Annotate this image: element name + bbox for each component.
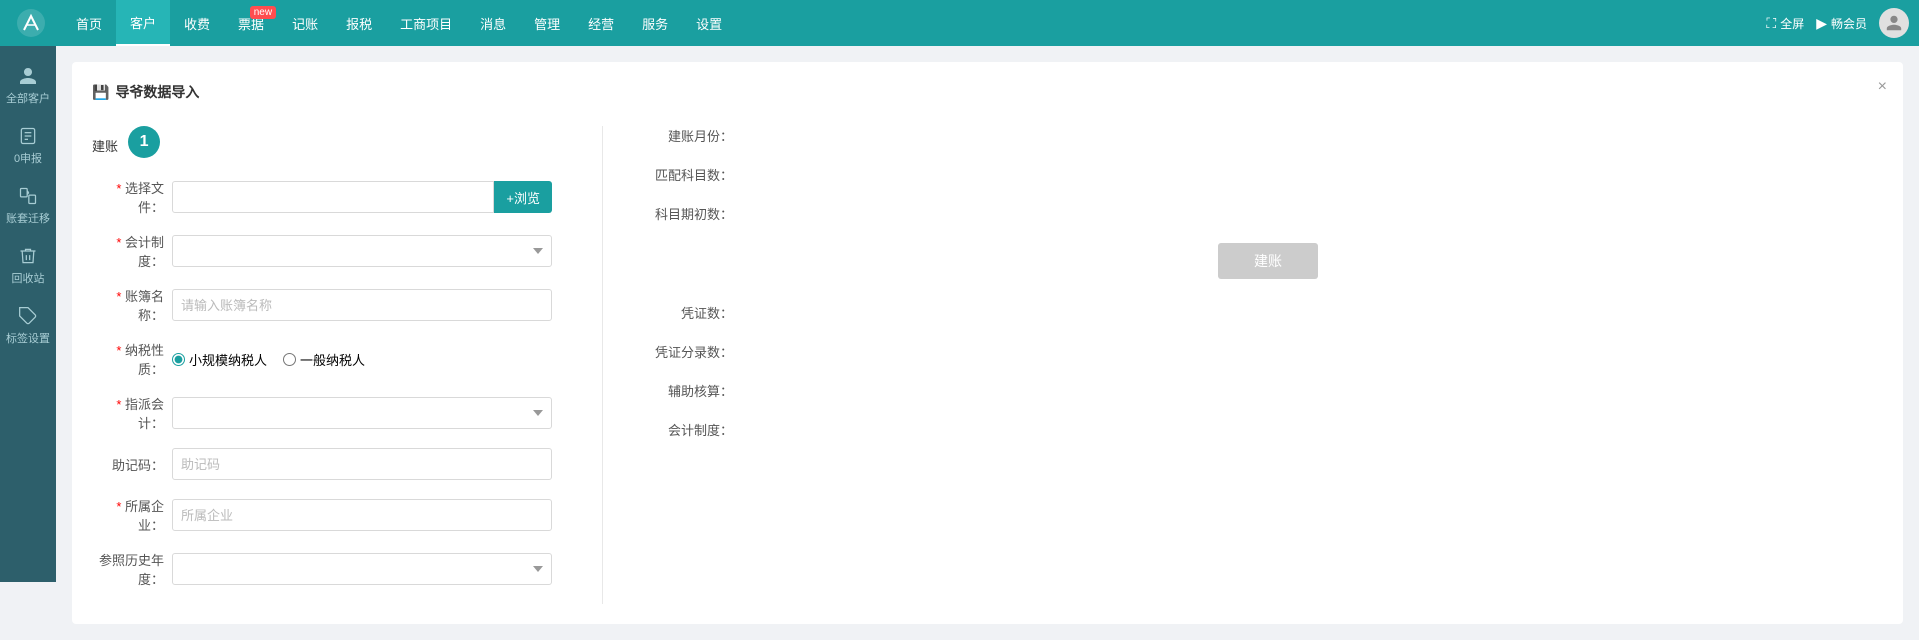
file-label: 选择文件： xyxy=(92,178,164,216)
avatar[interactable] xyxy=(1879,8,1909,38)
nav-home[interactable]: 首页 xyxy=(62,0,116,46)
member-icon: ▶ xyxy=(1816,15,1827,32)
build-btn[interactable]: 建账 xyxy=(1218,243,1318,279)
accountant-label: 指派会计： xyxy=(92,394,164,432)
form-area: 建账 1 选择文件： +浏览 会计制度： xyxy=(92,126,1883,604)
company-input[interactable] xyxy=(172,499,552,531)
new-badge: new xyxy=(250,6,276,19)
nav-bookkeeping[interactable]: 记账 xyxy=(278,0,332,46)
file-input[interactable] xyxy=(172,181,494,213)
step-label: 建账 xyxy=(92,130,118,155)
accounting-system-select[interactable] xyxy=(172,235,552,267)
ledger-name-row: 账簿名称： xyxy=(92,286,552,324)
nav-invoices[interactable]: 票据 new xyxy=(224,0,278,46)
memo-row: 助记码： xyxy=(92,448,552,480)
sidebar-item-trash[interactable]: 回收站 xyxy=(0,236,56,296)
initial-balance-label: 科目期初数： xyxy=(653,204,733,223)
tax-option-small[interactable]: 小规模纳税人 xyxy=(172,350,267,369)
form-left: 建账 1 选择文件： +浏览 会计制度： xyxy=(92,126,552,604)
nav-business[interactable]: 工商项目 xyxy=(386,0,466,46)
accountant-select[interactable] xyxy=(172,397,552,429)
voucher-row: 凭证数： xyxy=(653,303,1883,322)
nav-operations[interactable]: 经营 xyxy=(574,0,628,46)
topnav-right: ⛶ 全屏 ▶ 畅会员 xyxy=(1766,8,1909,38)
history-year-select[interactable] xyxy=(172,553,552,585)
step-circle: 1 xyxy=(128,126,160,158)
match-subjects-label: 匹配科目数： xyxy=(653,165,733,184)
import-card: 💾 导爷数据导入 × 建账 1 选择文件： xyxy=(72,62,1903,624)
sidebar: 全部客户 0申报 账套迁移 回收站 标签设置 xyxy=(0,46,56,582)
accounting-system-label: 会计制度： xyxy=(92,232,164,270)
accounting-system-info-label: 会计制度： xyxy=(653,420,733,439)
sidebar-tags-label: 标签设置 xyxy=(6,330,50,346)
voucher-entries-row: 凭证分录数： xyxy=(653,342,1883,361)
ledger-name-label: 账簿名称： xyxy=(92,286,164,324)
main-content: 💾 导爷数据导入 × 建账 1 选择文件： xyxy=(56,46,1919,640)
import-icon: 💾 xyxy=(92,84,109,101)
memo-label: 助记码： xyxy=(92,455,164,474)
nav-fees[interactable]: 收费 xyxy=(170,0,224,46)
tax-type-label: 纳税性质： xyxy=(92,340,164,378)
voucher-entries-label: 凭证分录数： xyxy=(653,342,733,361)
file-input-group: +浏览 xyxy=(172,181,552,213)
sidebar-item-declaration[interactable]: 0申报 xyxy=(0,116,56,176)
ledger-name-input[interactable] xyxy=(172,289,552,321)
sidebar-item-all-customers[interactable]: 全部客户 xyxy=(0,56,56,116)
initial-balance-row: 科目期初数： xyxy=(653,204,1883,223)
sidebar-migrate-label: 账套迁移 xyxy=(6,210,50,226)
form-right: 建账月份： 匹配科目数： 科目期初数： 建账 凭证数： xyxy=(653,126,1883,604)
fullscreen-icon: ⛶ xyxy=(1766,15,1776,32)
match-subjects-row: 匹配科目数： xyxy=(653,165,1883,184)
nav-messages[interactable]: 消息 xyxy=(466,0,520,46)
nav-admin[interactable]: 管理 xyxy=(520,0,574,46)
nav-items: 首页 客户 收费 票据 new 记账 报税 工商项目 消息 管理 经营 服务 设… xyxy=(62,0,1766,46)
fullscreen-btn[interactable]: ⛶ 全屏 xyxy=(1766,15,1804,32)
member-btn[interactable]: ▶ 畅会员 xyxy=(1816,15,1867,32)
sidebar-item-migrate[interactable]: 账套迁移 xyxy=(0,176,56,236)
sidebar-item-tags[interactable]: 标签设置 xyxy=(0,296,56,356)
browse-button[interactable]: +浏览 xyxy=(494,181,552,213)
accounting-system-row: 会计制度： xyxy=(92,232,552,270)
aux-accounting-label: 辅助核算： xyxy=(653,381,733,400)
month-label: 建账月份： xyxy=(653,126,733,145)
aux-accounting-row: 辅助核算： xyxy=(653,381,1883,400)
tax-type-radio-group: 小规模纳税人 一般纳税人 xyxy=(172,350,552,369)
step-indicator: 建账 1 xyxy=(92,126,552,158)
vertical-divider xyxy=(602,126,603,604)
sidebar-trash-label: 回收站 xyxy=(12,270,45,286)
voucher-label: 凭证数： xyxy=(653,303,733,322)
sidebar-all-customers-label: 全部客户 xyxy=(6,90,50,106)
accountant-row: 指派会计： xyxy=(92,394,552,432)
tax-type-row: 纳税性质： 小规模纳税人 一般纳税人 xyxy=(92,340,552,378)
history-year-label: 参照历史年度： xyxy=(92,550,164,588)
card-title: 💾 导爷数据导入 xyxy=(92,82,1883,102)
close-btn[interactable]: × xyxy=(1878,78,1887,96)
memo-input[interactable] xyxy=(172,448,552,480)
sidebar-declaration-label: 0申报 xyxy=(14,150,42,166)
nav-tax[interactable]: 报税 xyxy=(332,0,386,46)
app-logo xyxy=(10,2,52,44)
nav-customers[interactable]: 客户 xyxy=(116,0,170,46)
file-row: 选择文件： +浏览 xyxy=(92,178,552,216)
nav-settings[interactable]: 设置 xyxy=(682,0,736,46)
history-year-row: 参照历史年度： xyxy=(92,550,552,588)
accounting-system-info-row: 会计制度： xyxy=(653,420,1883,439)
company-row: 所属企业： xyxy=(92,496,552,534)
nav-service[interactable]: 服务 xyxy=(628,0,682,46)
company-label: 所属企业： xyxy=(92,496,164,534)
month-row: 建账月份： xyxy=(653,126,1883,145)
topnav: 首页 客户 收费 票据 new 记账 报税 工商项目 消息 管理 经营 服务 设… xyxy=(0,0,1919,46)
tax-option-general[interactable]: 一般纳税人 xyxy=(283,350,365,369)
